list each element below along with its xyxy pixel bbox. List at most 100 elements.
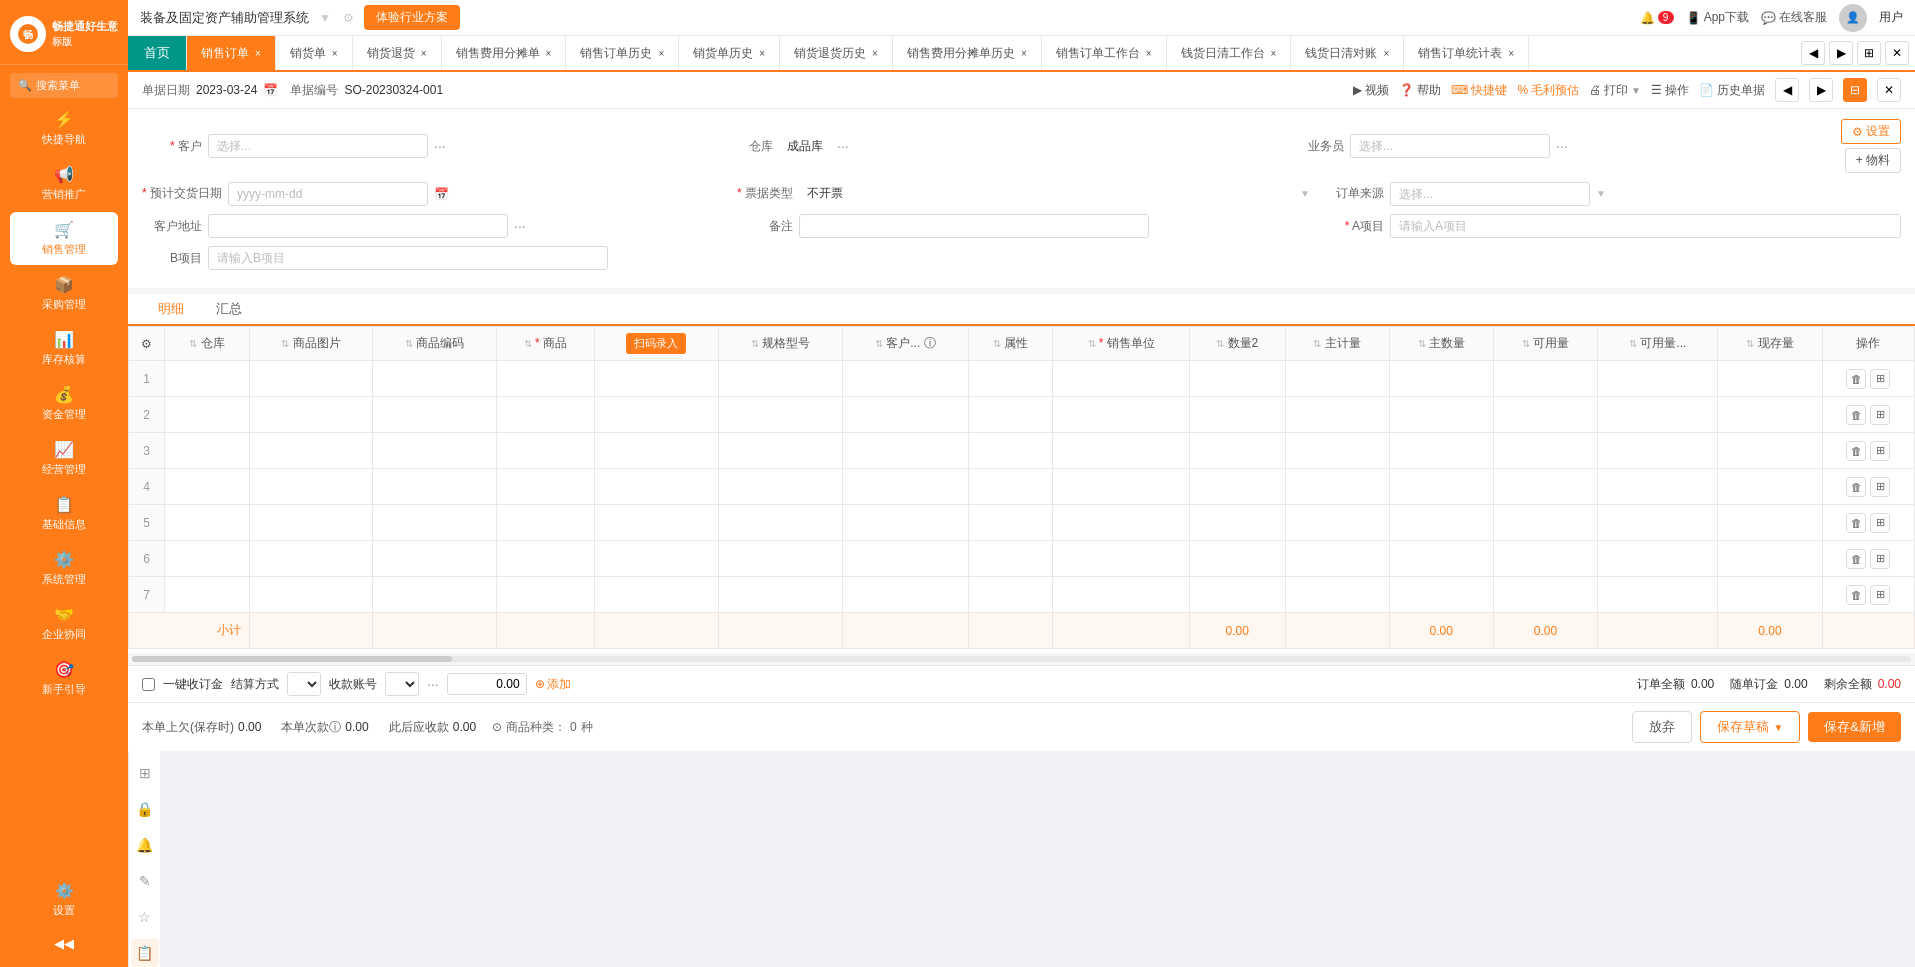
tab-sales-invoice-close[interactable]: × [332,48,338,59]
delete-row-6[interactable]: 🗑 [1846,549,1866,569]
customer-input[interactable] [208,134,428,158]
operation-action[interactable]: ☰ 操作 [1651,82,1689,99]
tab-detail[interactable]: 明细 [142,294,200,326]
sort-current-qty[interactable]: ⇅ [1746,338,1754,349]
td-customer-1[interactable] [842,361,968,397]
tab-return-history[interactable]: 销货退货历史 × [780,36,893,71]
sidebar-item-basic-info[interactable]: 📋 基础信息 [10,487,118,540]
remark-input[interactable] [799,214,1149,238]
td-spec-1[interactable] [719,361,843,397]
user-name[interactable]: 用户 [1879,9,1903,26]
sort-main-unit[interactable]: ⇅ [1313,338,1321,349]
tab-daily-reconcile-close[interactable]: × [1383,48,1389,59]
delivery-date-input[interactable] [228,182,428,206]
form-close-btn[interactable]: ✕ [1877,78,1901,102]
add-material-btn[interactable]: + 物料 [1845,148,1901,173]
right-panel-icon-6[interactable]: 📋 [131,939,159,967]
td-warehouse-2[interactable] [165,397,250,433]
td-available2-1[interactable] [1598,361,1718,397]
calendar-icon[interactable]: 📅 [263,83,278,97]
td-available2-2[interactable] [1598,397,1718,433]
sidebar-item-sales[interactable]: 🛒 销售管理 [10,212,118,265]
tab-invoice-history[interactable]: 销货单历史 × [679,36,780,71]
form-prev-btn[interactable]: ◀ [1775,78,1799,102]
right-panel-icon-3[interactable]: 🔔 [131,831,159,859]
customer-dots-btn[interactable]: ··· [434,138,446,154]
delete-row-3[interactable]: 🗑 [1846,441,1866,461]
tab-invoice-history-close[interactable]: × [759,48,765,59]
td-current-2[interactable] [1718,397,1822,433]
copy-row-7[interactable]: ⊞ [1870,585,1890,605]
sidebar-item-inventory[interactable]: 📊 库存核算 [10,322,118,375]
invoice-type-dropdown[interactable]: ▼ [1300,188,1310,199]
tab-sales-return-close[interactable]: × [421,48,427,59]
sidebar-item-marketing[interactable]: 📢 营销推广 [10,157,118,210]
td-product-2[interactable] [496,397,594,433]
sort-attribute[interactable]: ⇅ [993,338,1001,349]
sidebar-item-enterprise[interactable]: 🤝 企业协同 [10,597,118,650]
salesperson-dots-btn[interactable]: ··· [1556,138,1568,154]
td-spec-2[interactable] [719,397,843,433]
scan-btn[interactable]: 扫码录入 [626,333,686,354]
app-download-btn[interactable]: 📱 App下载 [1686,9,1749,26]
tab-order-statistics-close[interactable]: × [1508,48,1514,59]
sort-available2[interactable]: ⇅ [1629,338,1637,349]
notification-btn[interactable]: 🔔 9 [1640,11,1674,25]
history-action[interactable]: 📄 历史单据 [1699,82,1765,99]
sort-product-image[interactable]: ⇅ [281,338,289,349]
settings-btn[interactable]: ⚙ 设置 [1841,119,1901,144]
sidebar-item-operations[interactable]: 📈 经营管理 [10,432,118,485]
td-current-1[interactable] [1718,361,1822,397]
payment-amount-input[interactable] [447,673,527,695]
sort-sales-unit[interactable]: ⇅ [1088,338,1096,349]
shortcut-action[interactable]: ⌨ 快捷键 [1451,82,1507,99]
video-action[interactable]: ▶ 视频 [1353,82,1389,99]
delivery-calendar-icon[interactable]: 📅 [434,187,449,201]
tab-prev-btn[interactable]: ◀ [1801,41,1825,65]
tab-return-history-close[interactable]: × [872,48,878,59]
online-service-btn[interactable]: 💬 在线客服 [1761,9,1827,26]
td-unit-2[interactable] [1053,397,1190,433]
help-action[interactable]: ❓ 帮助 [1399,82,1441,99]
td-product-1[interactable] [496,361,594,397]
delete-row-5[interactable]: 🗑 [1846,513,1866,533]
right-panel-icon-2[interactable]: 🔒 [131,795,159,823]
tab-order-history-close[interactable]: × [658,48,664,59]
copy-row-1[interactable]: ⊞ [1870,369,1890,389]
sort-available[interactable]: ⇅ [1522,338,1530,349]
industry-solution-btn[interactable]: 体验行业方案 [364,5,460,30]
td-main-unit-1[interactable] [1285,361,1389,397]
td-main-qty-1[interactable] [1389,361,1493,397]
salesperson-input[interactable] [1350,134,1550,158]
search-menu[interactable]: 🔍 搜索菜单 [10,73,118,98]
tab-sales-order[interactable]: 销售订单 × [187,36,276,71]
sidebar-settings-btn[interactable]: ⚙️ 设置 [10,876,118,924]
tab-order-history[interactable]: 销售订单历史 × [566,36,679,71]
tab-summary[interactable]: 汇总 [200,294,258,326]
sidebar-collapse-btn[interactable]: ◀◀ [10,930,118,957]
tab-daily-clear-workbench-close[interactable]: × [1271,48,1277,59]
delete-row-7[interactable]: 🗑 [1846,585,1866,605]
tab-daily-clear-workbench[interactable]: 钱货日清工作台 × [1167,36,1292,71]
tab-sales-order-close[interactable]: × [255,48,261,59]
scroll-thumb[interactable] [132,656,452,662]
address-input[interactable] [208,214,508,238]
delete-row-4[interactable]: 🗑 [1846,477,1866,497]
a-project-input[interactable] [1390,214,1901,238]
sort-main-qty[interactable]: ⇅ [1418,338,1426,349]
sort-qty2[interactable]: ⇅ [1216,338,1224,349]
tab-order-workbench[interactable]: 销售订单工作台 × [1042,36,1167,71]
tab-home[interactable]: 首页 [128,36,187,71]
tab-expand-btn[interactable]: ⊞ [1857,41,1881,65]
save-new-btn[interactable]: 保存&新增 [1808,712,1901,742]
tab-order-statistics[interactable]: 销售订单统计表 × [1404,36,1529,71]
copy-row-2[interactable]: ⊞ [1870,405,1890,425]
sidebar-item-guide[interactable]: 🎯 新手引导 [10,652,118,705]
sort-customer-code[interactable]: ⇅ [875,338,883,349]
date-value[interactable]: 2023-03-24 [196,83,257,97]
tab-order-workbench-close[interactable]: × [1146,48,1152,59]
copy-row-4[interactable]: ⊞ [1870,477,1890,497]
td-attr-1[interactable] [968,361,1053,397]
tab-expense-history[interactable]: 销售费用分摊单历史 × [893,36,1042,71]
td-available-1[interactable] [1493,361,1597,397]
